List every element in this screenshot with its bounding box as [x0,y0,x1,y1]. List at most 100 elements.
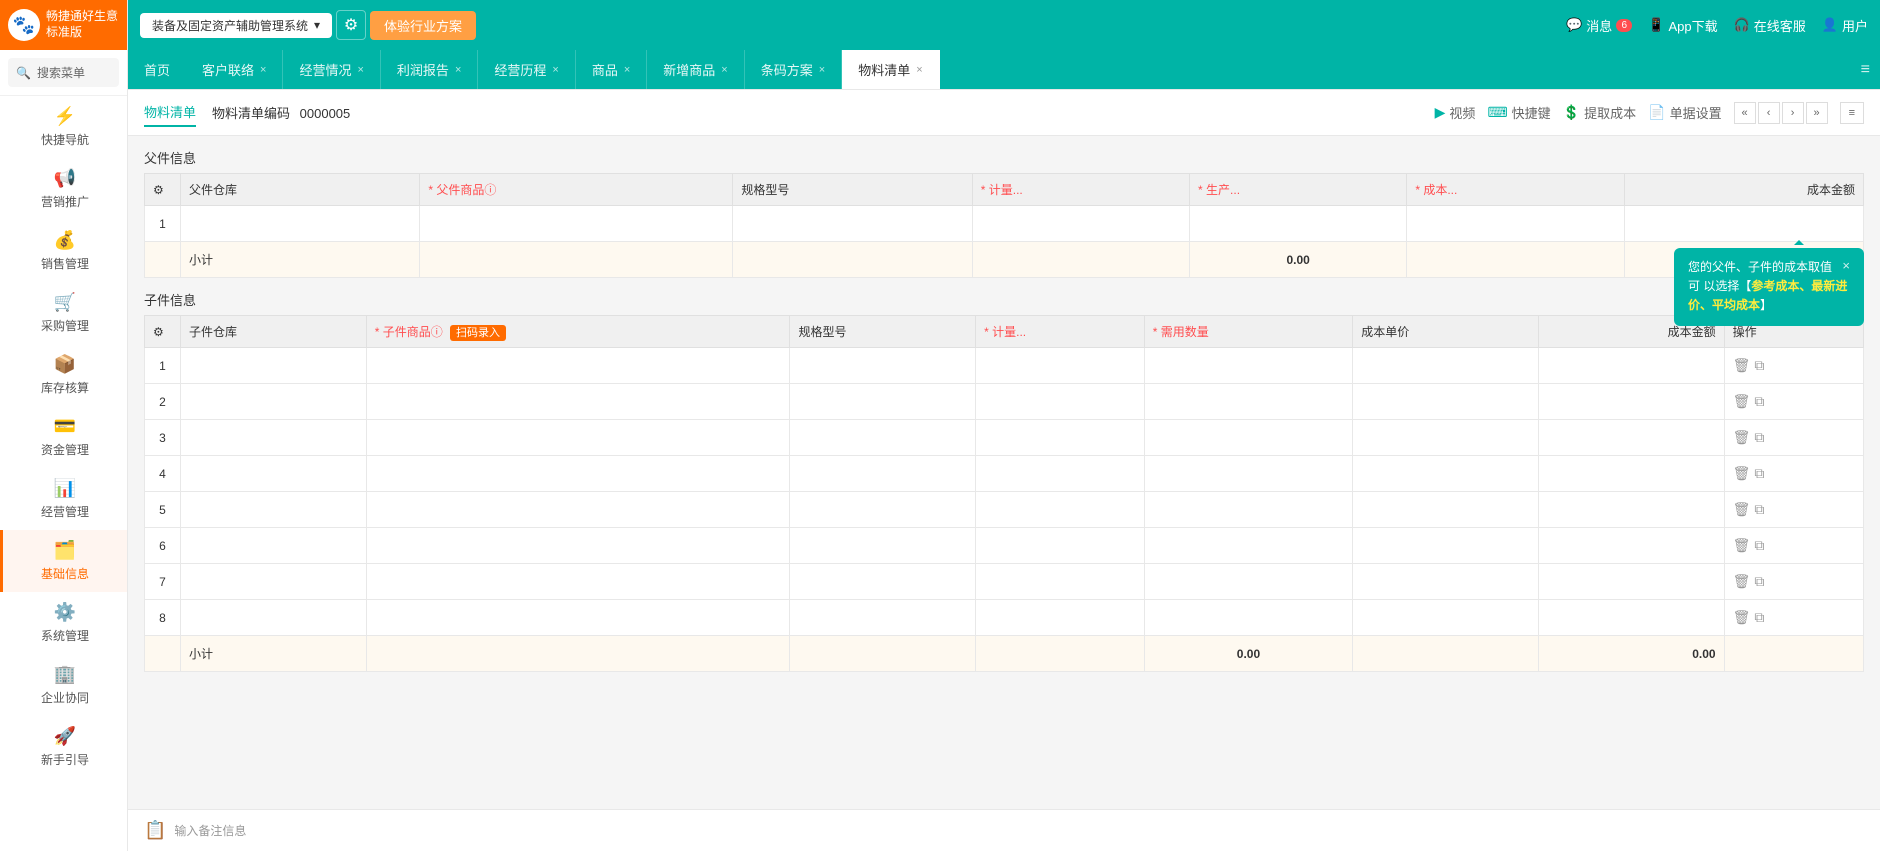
copy-row-button[interactable]: ⧉ [1754,429,1764,446]
close-operation-tab[interactable]: × [357,64,363,76]
child-row-warehouse[interactable] [181,528,367,564]
next-button[interactable]: › [1782,102,1804,124]
copy-row-button[interactable]: ⧉ [1754,537,1764,554]
copy-row-button[interactable]: ⧉ [1754,465,1764,482]
delete-row-button[interactable]: 🗑 [1733,573,1751,590]
copy-row-button[interactable]: ⧉ [1754,393,1764,410]
tab-new-products[interactable]: 新增商品 × [647,50,744,89]
video-action[interactable]: ▶ 视频 [1435,103,1476,122]
child-row-spec[interactable] [790,384,976,420]
sidebar-item-quick-nav[interactable]: ⚡ 快捷导航 [0,96,127,158]
parent-row-cost[interactable] [1407,206,1624,242]
close-new-products-tab[interactable]: × [721,64,727,76]
child-row-spec[interactable] [790,420,976,456]
child-row-product[interactable] [366,528,790,564]
close-history-tab[interactable]: × [552,64,558,76]
sidebar-item-operations[interactable]: 📊 经营管理 [0,468,127,530]
child-row-warehouse[interactable] [181,600,367,636]
delete-row-button[interactable]: 🗑 [1733,429,1751,446]
child-row-spec[interactable] [790,348,976,384]
parent-row-unit[interactable] [972,206,1189,242]
close-customer-tab[interactable]: × [260,64,266,76]
child-row-unit-cost[interactable] [1353,456,1539,492]
child-row-qty[interactable] [1144,528,1353,564]
close-bom-tab[interactable]: × [916,64,922,76]
scan-badge[interactable]: 扫码录入 [450,325,506,341]
parent-row-warehouse[interactable] [181,206,420,242]
delete-row-button[interactable]: 🗑 [1733,501,1751,518]
close-barcode-tab[interactable]: × [819,64,825,76]
child-row-qty[interactable] [1144,600,1353,636]
child-row-unit-cost[interactable] [1353,564,1539,600]
sidebar-item-purchase[interactable]: 🛒 采购管理 [0,282,127,344]
user-avatar[interactable]: 👤 用户 [1822,16,1868,35]
message-button[interactable]: 💬 消息 6 [1566,16,1632,35]
child-row-unit[interactable] [976,348,1145,384]
child-row-amount[interactable] [1538,420,1724,456]
delete-row-button[interactable]: 🗑 [1733,609,1751,626]
tab-home[interactable]: 首页 [128,50,186,89]
child-row-unit-cost[interactable] [1353,528,1539,564]
child-row-product[interactable] [366,600,790,636]
online-service-button[interactable]: 🎧 在线客服 [1734,16,1806,35]
copy-row-button[interactable]: ⧉ [1754,573,1764,590]
child-row-product[interactable] [366,456,790,492]
shortcut-action[interactable]: ⌨ 快捷键 [1487,103,1550,122]
child-row-product[interactable] [366,492,790,528]
sidebar-item-finance[interactable]: 💳 资金管理 [0,406,127,468]
close-all-tabs-button[interactable]: ≡ [1851,61,1880,79]
close-products-tab[interactable]: × [624,64,630,76]
child-row-amount[interactable] [1538,564,1724,600]
sidebar-item-marketing[interactable]: 📢 营销推广 [0,158,127,220]
child-row-qty[interactable] [1144,492,1353,528]
child-row-qty[interactable] [1144,384,1353,420]
app-download-button[interactable]: 📱 App下载 [1648,16,1717,35]
search-menu-button[interactable]: 🔍 搜索菜单 [8,58,119,87]
child-row-qty[interactable] [1144,348,1353,384]
copy-row-button[interactable]: ⧉ [1754,357,1764,374]
child-row-spec[interactable] [790,528,976,564]
child-row-unit[interactable] [976,492,1145,528]
child-row-amount[interactable] [1538,456,1724,492]
topbar-settings-button[interactable]: ⚙ [336,10,366,40]
child-row-amount[interactable] [1538,348,1724,384]
prev-first-button[interactable]: « [1734,102,1756,124]
tab-operation[interactable]: 经营情况 × [283,50,380,89]
parent-row-amount[interactable] [1624,206,1863,242]
child-row-amount[interactable] [1538,600,1724,636]
child-row-warehouse[interactable] [181,348,367,384]
child-col-settings[interactable]: ⚙ [145,316,181,348]
copy-row-button[interactable]: ⧉ [1754,501,1764,518]
child-row-unit-cost[interactable] [1353,600,1539,636]
child-row-spec[interactable] [790,564,976,600]
delete-row-button[interactable]: 🗑 [1733,465,1751,482]
tab-barcode[interactable]: 条码方案 × [745,50,842,89]
child-row-warehouse[interactable] [181,456,367,492]
child-row-spec[interactable] [790,456,976,492]
child-row-warehouse[interactable] [181,384,367,420]
sidebar-search-area[interactable]: 🔍 搜索菜单 [0,50,127,96]
delete-row-button[interactable]: 🗑 [1733,537,1751,554]
sidebar-item-basic-info[interactable]: 🗂️ 基础信息 [0,530,127,592]
child-row-unit-cost[interactable] [1353,492,1539,528]
copy-row-button[interactable]: ⧉ [1754,609,1764,626]
child-row-unit[interactable] [976,564,1145,600]
sidebar-item-system[interactable]: ⚙️ 系统管理 [0,592,127,654]
tab-products[interactable]: 商品 × [576,50,647,89]
child-row-unit[interactable] [976,456,1145,492]
parent-row-production[interactable] [1190,206,1407,242]
tab-bom[interactable]: 物料清单 × [842,50,939,89]
prev-button[interactable]: ‹ [1758,102,1780,124]
child-row-warehouse[interactable] [181,420,367,456]
delete-row-button[interactable]: 🗑 [1733,393,1751,410]
cost-action[interactable]: 💲 提取成本 [1563,103,1636,122]
sidebar-item-guide[interactable]: 🚀 新手引导 [0,716,127,778]
sidebar-item-sales[interactable]: 💰 销售管理 [0,220,127,282]
system-selector[interactable]: 装备及固定资产辅助管理系统 ▾ [140,13,332,38]
delete-row-button[interactable]: 🗑 [1733,357,1751,374]
child-row-spec[interactable] [790,492,976,528]
tab-customer[interactable]: 客户联络 × [186,50,283,89]
tab-history[interactable]: 经营历程 × [478,50,575,89]
child-row-qty[interactable] [1144,420,1353,456]
child-row-product[interactable] [366,420,790,456]
